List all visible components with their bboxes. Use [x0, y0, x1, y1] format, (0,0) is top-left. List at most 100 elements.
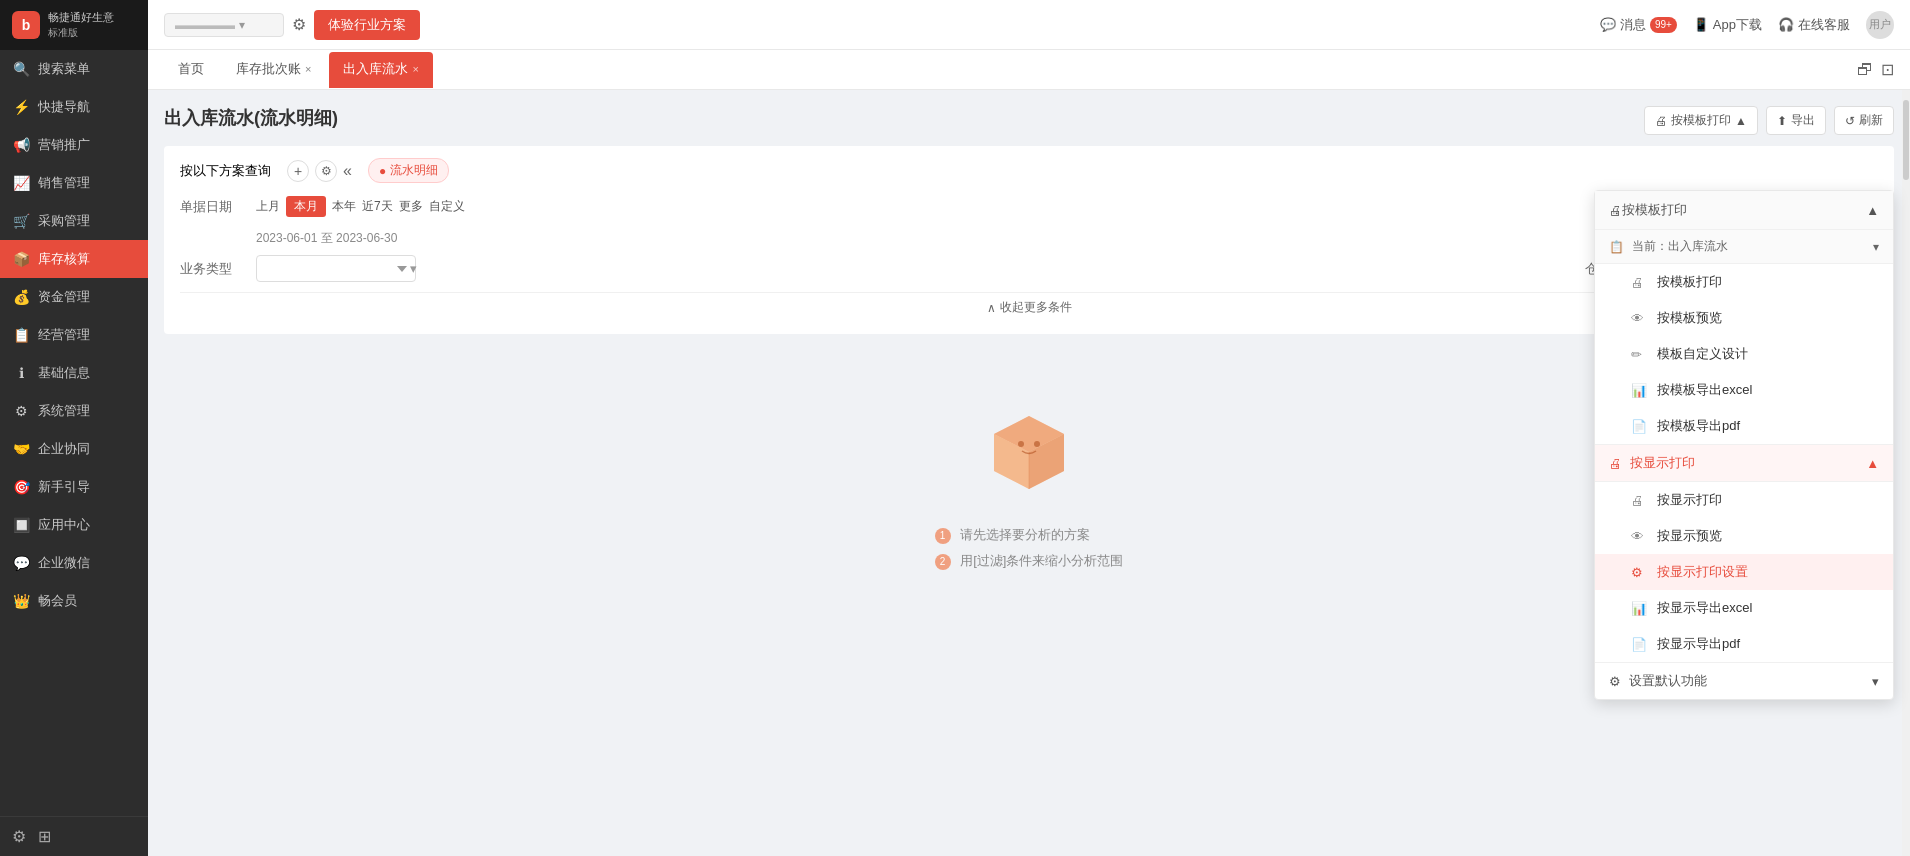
date-option-more[interactable]: 更多	[399, 198, 423, 215]
biz-type-select[interactable]	[256, 255, 416, 282]
user-name: 用户	[1869, 17, 1891, 32]
filter-collapse-left[interactable]: «	[343, 162, 352, 180]
template-print-icon: 🖨	[1631, 275, 1647, 290]
active-filter-tag[interactable]: ● 流水明细	[368, 158, 449, 183]
dropdown-item-template-print[interactable]: 🖨 按模板打印	[1595, 264, 1893, 300]
selected-filter-tags: ● 流水明细	[368, 158, 449, 183]
sidebar-item-operations[interactable]: 📋 经营管理	[0, 316, 148, 354]
company-name: 畅捷通好生意	[48, 10, 114, 25]
wechat-label: 企业微信	[38, 554, 136, 572]
hint-number-1: 1	[935, 528, 951, 544]
topbar-search-box[interactable]: ▬▬▬▬▬ ▾	[164, 13, 284, 37]
page-title: 出入库流水(流水明细)	[164, 106, 1894, 130]
content-wrapper: 出入库流水(流水明细) 🖨 按模板打印 ▲ ⬆ 导出 ↺ 刷新	[148, 90, 1910, 856]
collapse-label: 收起更多条件	[1000, 299, 1072, 316]
date-option-current-month[interactable]: 本月	[286, 196, 326, 217]
topbar-right: 💬 消息 99+ 📱 App下载 🎧 在线客服 用户	[1600, 11, 1894, 39]
purchase-icon: 🛒	[12, 212, 30, 230]
quick-nav-label: 快捷导航	[38, 98, 136, 116]
sidebar-item-finance[interactable]: 💰 资金管理	[0, 278, 148, 316]
operations-label: 经营管理	[38, 326, 136, 344]
dropdown-footer[interactable]: ⚙ 设置默认功能 ▾	[1595, 662, 1893, 699]
display-print-label: 按显示打印	[1657, 491, 1722, 509]
tab-restore-btn[interactable]: 🗗	[1857, 61, 1873, 79]
sidebar-item-basic-info[interactable]: ℹ 基础信息	[0, 354, 148, 392]
dropdown-item-display-preview[interactable]: 👁 按显示预览	[1595, 518, 1893, 554]
sidebar-item-app-center[interactable]: 🔲 应用中心	[0, 506, 148, 544]
tab-inventory-batch-close[interactable]: ×	[305, 63, 311, 75]
member-label: 畅会员	[38, 592, 136, 610]
user-avatar[interactable]: 用户	[1866, 11, 1894, 39]
default-settings-arrow: ▾	[1872, 674, 1879, 689]
message-icon: 💬	[1600, 17, 1616, 32]
display-preview-icon: 👁	[1631, 529, 1647, 544]
dropdown-item-display-settings[interactable]: ⚙ 按显示打印设置	[1595, 554, 1893, 590]
sidebar-item-purchase[interactable]: 🛒 采购管理	[0, 202, 148, 240]
dropdown-header[interactable]: 🖨 按模板打印 ▲	[1595, 191, 1893, 230]
dropdown-item-display-excel[interactable]: 📊 按显示导出excel	[1595, 590, 1893, 626]
date-option-custom[interactable]: 自定义	[429, 198, 465, 215]
dropdown-item-display-pdf[interactable]: 📄 按显示导出pdf	[1595, 626, 1893, 662]
sidebar-item-member[interactable]: 👑 畅会员	[0, 582, 148, 620]
display-settings-icon: ⚙	[1631, 565, 1647, 580]
display-section-header[interactable]: 🖨 按显示打印 ▲	[1595, 444, 1893, 482]
inventory-icon: 📦	[12, 250, 30, 268]
filter-gear-button[interactable]: ⚙	[315, 160, 337, 182]
date-option-current-year[interactable]: 本年	[332, 198, 356, 215]
tab-inventory-batch[interactable]: 库存批次账 ×	[222, 52, 325, 88]
sidebar-item-inventory[interactable]: 📦 库存核算	[0, 240, 148, 278]
export-btn[interactable]: ⬆ 导出	[1766, 106, 1826, 135]
empty-illustration	[979, 406, 1079, 506]
empty-hint-2: 2 用[过滤]条件来缩小分析范围	[935, 552, 1124, 570]
vertical-scrollbar[interactable]	[1902, 90, 1910, 856]
hint-number-2: 2	[935, 554, 951, 570]
current-selection-label: 当前：出入库流水	[1632, 238, 1728, 255]
print-template-btn[interactable]: 🖨 按模板打印 ▲	[1644, 106, 1758, 135]
tab-home[interactable]: 首页	[164, 52, 218, 88]
app-download-label: App下载	[1713, 16, 1762, 34]
sidebar-item-system[interactable]: ⚙ 系统管理	[0, 392, 148, 430]
date-filter-label: 单据日期	[180, 198, 240, 216]
sales-icon: 📈	[12, 174, 30, 192]
sidebar-item-marketing[interactable]: 📢 营销推广	[0, 126, 148, 164]
topbar: ▬▬▬▬▬ ▾ ⚙ 体验行业方案 💬 消息 99+ 📱 App下载 🎧 在线客服…	[148, 0, 1910, 50]
sidebar-item-search[interactable]: 🔍 搜索菜单	[0, 50, 148, 88]
display-section-label: 按显示打印	[1630, 454, 1695, 472]
logo-icon: b	[12, 11, 40, 39]
guide-label: 新手引导	[38, 478, 136, 496]
main-area: ▬▬▬▬▬ ▾ ⚙ 体验行业方案 💬 消息 99+ 📱 App下载 🎧 在线客服…	[148, 0, 1910, 856]
empty-hint-1: 1 请先选择要分析的方案	[935, 526, 1124, 544]
sidebar-item-quick-nav[interactable]: ⚡ 快捷导航	[0, 88, 148, 126]
message-btn[interactable]: 💬 消息 99+	[1600, 16, 1677, 34]
tab-flow-close[interactable]: ×	[412, 63, 418, 75]
settings-footer-icon[interactable]: ⚙	[12, 827, 26, 846]
filter-add-button[interactable]: +	[287, 160, 309, 182]
sidebar-item-collaboration[interactable]: 🤝 企业协同	[0, 430, 148, 468]
nav-footer-icon[interactable]: ⊞	[38, 827, 51, 846]
tab-expand-btn[interactable]: ⊡	[1881, 60, 1894, 79]
topbar-dropdown-arrow: ▾	[239, 18, 245, 32]
dropdown-item-display-print[interactable]: 🖨 按显示打印	[1595, 482, 1893, 518]
sidebar-item-wechat[interactable]: 💬 企业微信	[0, 544, 148, 582]
refresh-btn[interactable]: ↺ 刷新	[1834, 106, 1894, 135]
display-excel-icon: 📊	[1631, 601, 1647, 616]
app-download-btn[interactable]: 📱 App下载	[1693, 16, 1762, 34]
dropdown-item-template-design[interactable]: ✏ 模板自定义设计	[1595, 336, 1893, 372]
sidebar-item-guide[interactable]: 🎯 新手引导	[0, 468, 148, 506]
date-option-7days[interactable]: 近7天	[362, 198, 393, 215]
topbar-gear-icon[interactable]: ⚙	[292, 15, 306, 34]
date-option-prev-month[interactable]: 上月	[256, 198, 280, 215]
online-service-btn[interactable]: 🎧 在线客服	[1778, 16, 1850, 34]
trial-button[interactable]: 体验行业方案	[314, 10, 420, 40]
dropdown-current[interactable]: 📋 当前：出入库流水 ▾	[1595, 230, 1893, 264]
tab-flow[interactable]: 出入库流水 ×	[329, 52, 432, 88]
dropdown-item-template-excel[interactable]: 📊 按模板导出excel	[1595, 372, 1893, 408]
purchase-label: 采购管理	[38, 212, 136, 230]
sidebar-item-sales[interactable]: 📈 销售管理	[0, 164, 148, 202]
inventory-label: 库存核算	[38, 250, 136, 268]
logo-area: b 畅捷通好生意 标准版	[0, 0, 148, 50]
biz-type-label: 业务类型	[180, 260, 240, 278]
default-settings-icon: ⚙	[1609, 674, 1621, 689]
dropdown-item-template-pdf[interactable]: 📄 按模板导出pdf	[1595, 408, 1893, 444]
dropdown-item-template-preview[interactable]: 👁 按模板预览	[1595, 300, 1893, 336]
